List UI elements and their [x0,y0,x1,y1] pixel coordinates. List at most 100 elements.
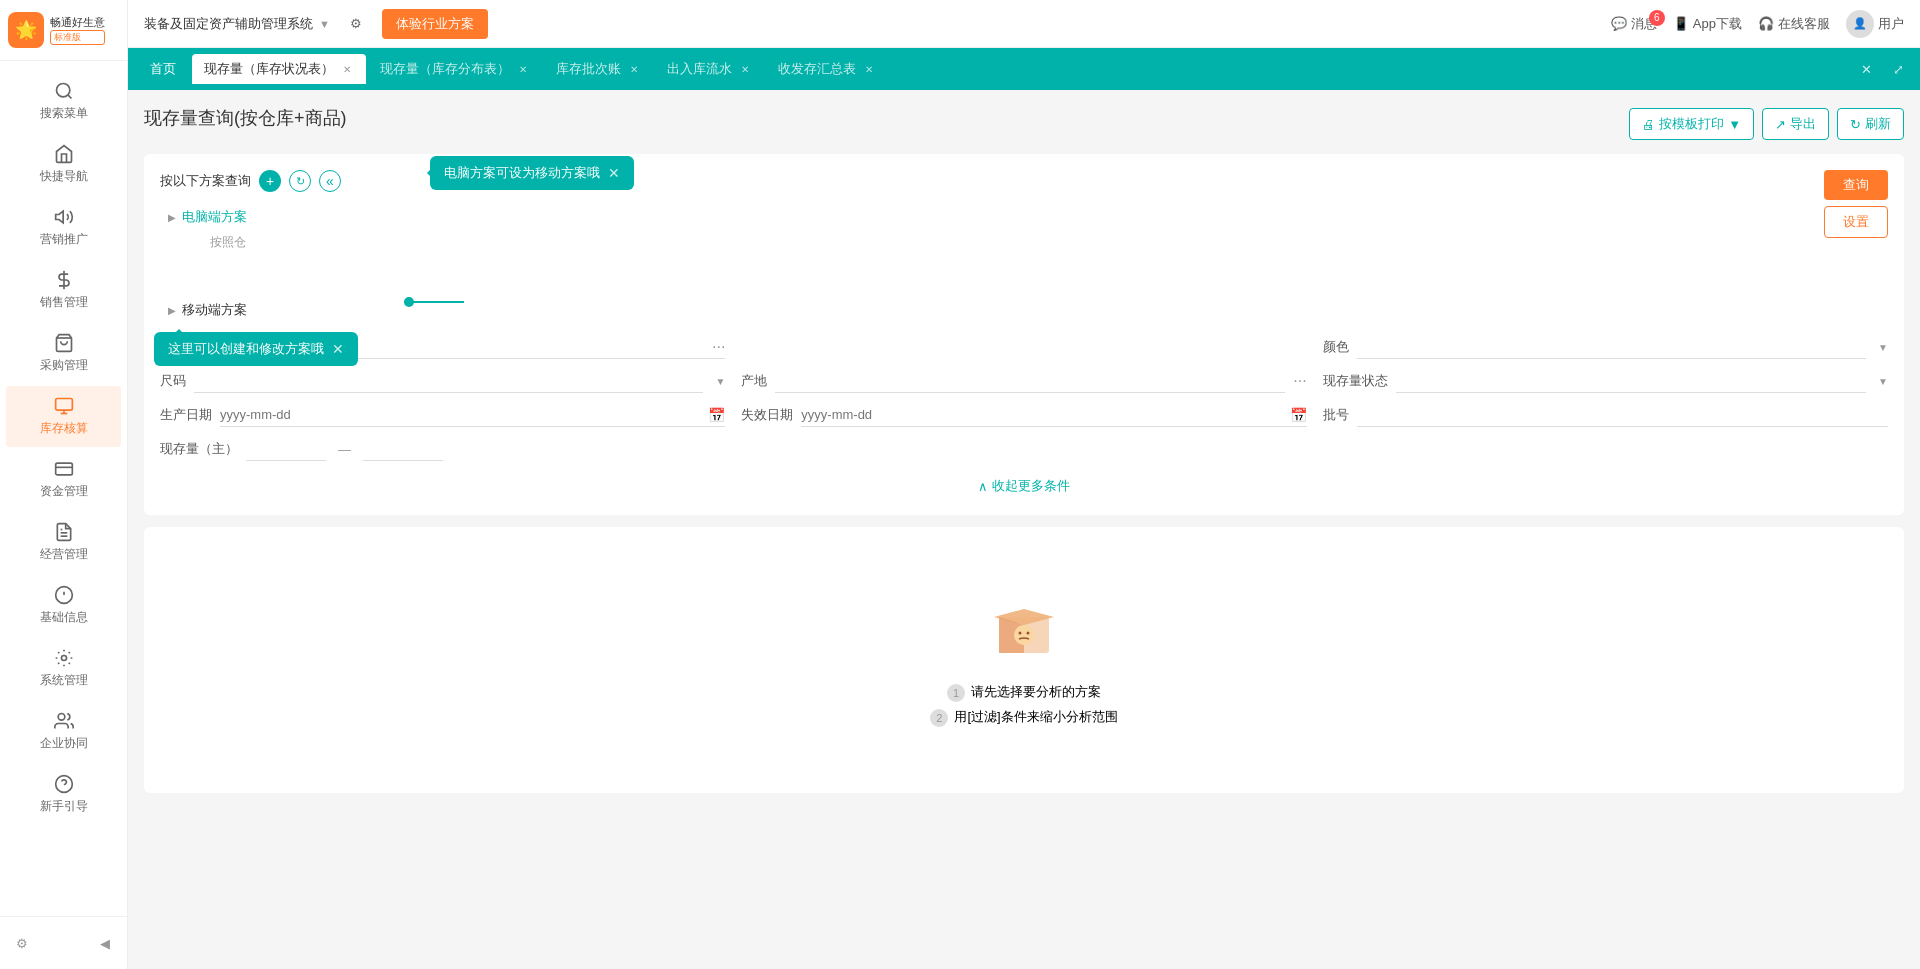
main-content: 装备及固定资产辅助管理系统 ▼ ⚙ 体验行业方案 💬 消息 6 📱 App下载 … [128,0,1920,969]
expiry-date-input[interactable] [801,403,1289,426]
nav-icon [54,144,74,164]
filter-row-origin: 产地 ··· [741,369,1306,393]
sidebar-bottom: ⚙ ◀ [0,916,127,969]
system-chevron-icon: ▼ [319,18,330,30]
tooltip-desktop-close[interactable]: ✕ [608,165,620,181]
industry-solution-button[interactable]: 体验行业方案 [382,9,488,39]
size-input[interactable] [194,369,703,393]
color-input[interactable] [1357,335,1866,359]
tab-home[interactable]: 首页 [136,54,190,84]
svg-point-15 [58,714,65,721]
scheme-tree-desktop-sub[interactable]: 按照仓 [160,230,1888,255]
tab-close-icon[interactable]: ✕ [627,62,641,76]
step-2-num: 2 [930,709,948,727]
topbar-system: 装备及固定资产辅助管理系统 ▼ [144,15,330,33]
tab-stock-status[interactable]: 现存量（库存状况表） ✕ [192,54,366,84]
goods-more-icon[interactable]: ··· [712,338,725,356]
message-icon: 💬 [1611,16,1627,31]
export-button[interactable]: ↗ 导出 [1762,108,1829,140]
refresh-button[interactable]: ↻ 刷新 [1837,108,1904,140]
sidebar-item-inventory[interactable]: 库存核算 [6,386,121,447]
tab-receive-summary[interactable]: 收发存汇总表 ✕ [766,54,888,84]
size-label: 尺码 [160,372,186,390]
filter-row-batch: 批号 [1323,403,1888,427]
tab-batch-ledger[interactable]: 库存批次账 ✕ [544,54,653,84]
settings-gear-button[interactable]: ⚙ [342,10,370,38]
sidebar-item-guide[interactable]: 新手引导 [6,764,121,825]
origin-input[interactable] [775,369,1285,393]
system-icon [54,648,74,668]
sidebar-nav: 搜索菜单 快捷导航 营销推广 销售管理 采购管理 库存核算 资金 [0,61,127,916]
maximize-button[interactable]: ⤢ [1884,55,1912,83]
sidebar-item-marketing[interactable]: 营销推广 [6,197,121,258]
tooltip-desktop-text: 电脑方案可设为移动方案哦 [444,164,600,182]
origin-more-icon[interactable]: ··· [1293,372,1306,390]
sidebar-item-enterprise[interactable]: 企业协同 [6,701,121,762]
topbar-right: 💬 消息 6 📱 App下载 🎧 在线客服 👤 用户 [1611,10,1904,38]
svg-marker-1 [55,211,63,223]
tab-close-icon[interactable]: ✕ [516,62,530,76]
stock-main-from-input[interactable] [246,437,326,461]
sidebar-item-label: 营销推广 [40,231,88,248]
query-button[interactable]: 查询 [1824,170,1888,200]
filter-refresh-button[interactable]: ↻ [289,170,311,192]
sidebar-item-basic[interactable]: 基础信息 [6,575,121,636]
tooltip-desktop: 电脑方案可设为移动方案哦 ✕ [430,156,634,190]
template-print-button[interactable]: 🖨 按模板打印 ▼ [1629,108,1754,140]
tab-inout-flow[interactable]: 出入库流水 ✕ [655,54,764,84]
tab-label: 收发存汇总表 [778,60,856,78]
tree-arrow-icon: ▶ [168,305,176,316]
sidebar-item-label: 库存核算 [40,420,88,437]
filter-collapse-button[interactable]: « [319,170,341,192]
close-all-tabs-button[interactable]: ✕ [1852,55,1880,83]
filter-add-button[interactable]: + [259,170,281,192]
message-button[interactable]: 💬 消息 6 [1611,15,1657,33]
sidebar-item-quick-nav[interactable]: 快捷导航 [6,134,121,195]
batch-input[interactable] [1357,403,1888,427]
filter-row-color: 颜色 ▼ [1323,335,1888,359]
sidebar-item-operations[interactable]: 经营管理 [6,512,121,573]
online-service-label: 在线客服 [1778,15,1830,33]
sidebar-item-system[interactable]: 系统管理 [6,638,121,699]
collapse-conditions-button[interactable]: ∧ 收起更多条件 [966,473,1082,499]
query-action-group: 查询 设置 [1824,170,1888,238]
collapse-label: 收起更多条件 [992,477,1070,495]
tab-close-icon[interactable]: ✕ [862,62,876,76]
empty-state: 1 请先选择要分析的方案 2 用[过滤]条件来缩小分析范围 [144,527,1904,793]
filter-label: 按以下方案查询 [160,172,251,190]
page-content: 现存量查询(按仓库+商品) 🖨 按模板打印 ▼ ↗ 导出 ↻ 刷新 [128,90,1920,969]
tooltip-scheme-close[interactable]: ✕ [332,341,344,357]
online-service-button[interactable]: 🎧 在线客服 [1758,15,1830,33]
svg-rect-4 [55,399,72,411]
stock-status-input[interactable] [1396,369,1866,393]
tab-label: 现存量（库存状况表） [204,60,334,78]
sidebar-item-purchase[interactable]: 采购管理 [6,323,121,384]
color-label: 颜色 [1323,338,1349,356]
tab-close-icon[interactable]: ✕ [738,62,752,76]
app-logo: 🌟 畅通好生意 标准版 [0,0,127,61]
manufacture-date-input[interactable] [220,403,708,426]
settings-button[interactable]: ⚙ [6,927,38,959]
setup-button[interactable]: 设置 [1824,206,1888,238]
sidebar-item-finance[interactable]: 资金管理 [6,449,121,510]
scheme-tree-desktop[interactable]: ▶ 电脑端方案 [160,204,1888,230]
origin-label: 产地 [741,372,767,390]
refresh-icon: ↻ [1850,117,1861,132]
sidebar-item-search[interactable]: 搜索菜单 [6,71,121,132]
expiry-calendar-icon[interactable]: 📅 [1290,407,1307,423]
sidebar-item-sales[interactable]: 销售管理 [6,260,121,321]
size-dropdown-icon: ▼ [715,376,725,387]
inventory-icon [54,396,74,416]
tab-stock-dist[interactable]: 现存量（库存分布表） ✕ [368,54,542,84]
collapse-sidebar-button[interactable]: ◀ [89,927,121,959]
search-icon [54,81,74,101]
message-badge: 6 [1649,10,1665,26]
tabbar: 首页 现存量（库存状况表） ✕ 现存量（库存分布表） ✕ 库存批次账 ✕ 出入库… [128,48,1920,90]
stock-main-to-input[interactable] [363,437,443,461]
user-profile-button[interactable]: 👤 用户 [1846,10,1904,38]
manufacture-calendar-icon[interactable]: 📅 [708,407,725,423]
app-download-button[interactable]: 📱 App下载 [1673,15,1742,33]
sidebar-item-label: 销售管理 [40,294,88,311]
scheme-desktop-sub-label: 按照仓 [210,234,246,251]
tab-close-icon[interactable]: ✕ [340,62,354,76]
